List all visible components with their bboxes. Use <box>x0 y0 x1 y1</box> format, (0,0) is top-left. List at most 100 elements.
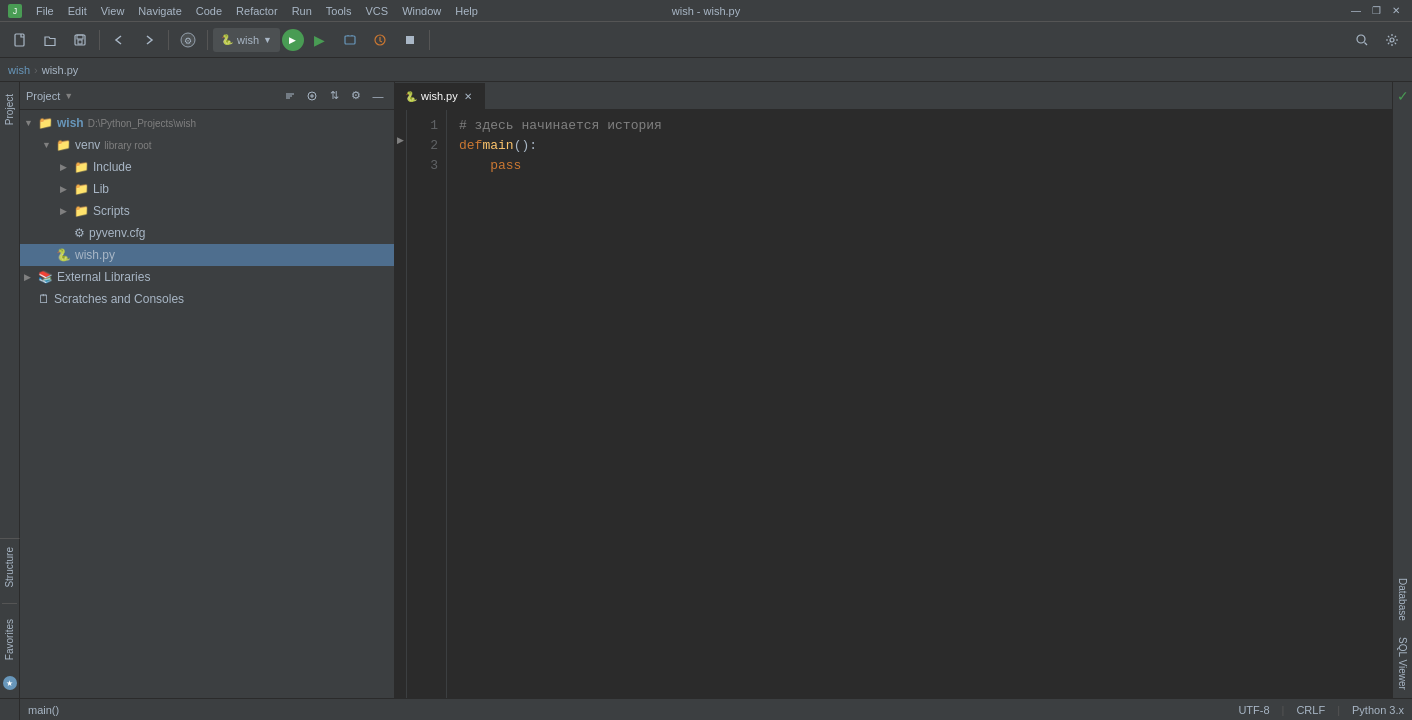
gutter-line-1 <box>395 110 406 130</box>
tab-wishpy[interactable]: 🐍 wish.py ✕ <box>395 83 485 109</box>
search-everywhere-button[interactable] <box>1348 26 1376 54</box>
code-line-1: # здесь начинается история <box>459 116 1380 136</box>
run-button[interactable]: ▶ <box>282 29 304 51</box>
breadcrumb-wishpy[interactable]: wish.py <box>42 64 79 76</box>
wish-folder-icon: 📁 <box>38 116 53 130</box>
main-layout: Project Project ▼ ⇅ ⚙ — <box>0 82 1412 698</box>
menu-run[interactable]: Run <box>286 3 318 19</box>
code-editor: ▶ 1 2 3 # здесь начинается история def m… <box>395 110 1392 698</box>
scripts-folder-icon: 📁 <box>74 204 89 218</box>
statusbar-line-sep: | <box>1282 704 1285 716</box>
menu-view[interactable]: View <box>95 3 131 19</box>
structure-label[interactable]: Structure <box>4 547 15 588</box>
menu-tools[interactable]: Tools <box>320 3 358 19</box>
back-button[interactable] <box>105 26 133 54</box>
debug-button[interactable]: ▶ <box>306 26 334 54</box>
menu-file[interactable]: File <box>30 3 60 19</box>
code-comment: # здесь начинается история <box>459 116 662 136</box>
collapse-all-button[interactable] <box>280 86 300 106</box>
save-button[interactable] <box>66 26 94 54</box>
func-parens: (): <box>514 136 537 156</box>
menu-navigate[interactable]: Navigate <box>132 3 187 19</box>
structure-bottom-strip <box>0 699 20 720</box>
func-name-main: main <box>482 136 513 156</box>
lib-folder-icon: 📁 <box>74 182 89 196</box>
svg-rect-8 <box>406 36 414 44</box>
pyvenv-label: pyvenv.cfg <box>89 226 145 240</box>
svg-rect-6 <box>345 36 355 44</box>
statusbar-sep2: | <box>1337 704 1340 716</box>
project-label: Project <box>26 90 60 102</box>
menu-refactor[interactable]: Refactor <box>230 3 284 19</box>
statusbar: main() UTF-8 | CRLF | Python 3.x <box>20 699 1412 720</box>
menu-edit[interactable]: Edit <box>62 3 93 19</box>
statusbar-function: main() <box>28 704 59 716</box>
project-dropdown-icon[interactable]: ▼ <box>64 91 73 101</box>
breadcrumb: wish › wish.py <box>8 64 78 76</box>
menu-window[interactable]: Window <box>396 3 447 19</box>
tree-item-scratches[interactable]: ▶ 🗒 Scratches and Consoles <box>20 288 394 310</box>
maximize-button[interactable]: ❐ <box>1368 3 1384 19</box>
wish-path: D:\Python_Projects\wish <box>88 118 196 129</box>
code-line-2: def main(): <box>459 136 1380 156</box>
breadcrumb-wish[interactable]: wish <box>8 64 30 76</box>
titlebar-controls: — ❐ ✕ <box>1348 3 1404 19</box>
tree-item-scripts[interactable]: ▶ 📁 Scripts <box>20 200 394 222</box>
tree-item-venv[interactable]: ▼ 📁 venv library root <box>20 134 394 156</box>
line-numbers: 1 2 3 <box>407 110 447 698</box>
forward-button[interactable] <box>135 26 163 54</box>
git-button[interactable]: ⚙ <box>174 26 202 54</box>
settings-button[interactable] <box>1378 26 1406 54</box>
include-arrow: ▶ <box>60 162 74 172</box>
run-config-selector[interactable]: 🐍 wish ▼ <box>213 28 280 52</box>
build-button[interactable] <box>336 26 364 54</box>
statusbar-encoding: UTF-8 <box>1238 704 1269 716</box>
tab-close-wishpy[interactable]: ✕ <box>462 90 474 103</box>
svg-rect-0 <box>15 34 24 46</box>
status-area: main() UTF-8 | CRLF | Python 3.x <box>0 698 1412 720</box>
pyvenv-cfg-icon: ⚙ <box>74 226 85 240</box>
statusbar-python-version: Python 3.x <box>1352 704 1404 716</box>
code-indent <box>459 156 490 176</box>
file-tree: ▼ 📁 wish D:\Python_Projects\wish ▼ 📁 ven… <box>20 110 394 698</box>
navbar: wish › wish.py <box>0 58 1412 82</box>
fold-arrow-icon[interactable]: ▶ <box>397 135 404 145</box>
minimize-button[interactable]: — <box>1348 3 1364 19</box>
stop-button[interactable] <box>396 26 424 54</box>
tree-item-external[interactable]: ▶ 📚 External Libraries <box>20 266 394 288</box>
menu-code[interactable]: Code <box>190 3 228 19</box>
titlebar-left: J File Edit View Navigate Code Refactor … <box>8 3 484 19</box>
no-errors-icon: ✓ <box>1397 88 1409 104</box>
external-lib-icon: 📚 <box>38 270 53 284</box>
tree-item-include[interactable]: ▶ 📁 Include <box>20 156 394 178</box>
gutter-line-2: ▶ <box>395 130 406 150</box>
toolbar-sep-2 <box>168 30 169 50</box>
database-label[interactable]: Database <box>1395 570 1410 629</box>
favorites-label[interactable]: Favorites <box>4 619 15 660</box>
tree-item-pyvenv[interactable]: ▶ ⚙ pyvenv.cfg <box>20 222 394 244</box>
editor-tabs: 🐍 wish.py ✕ <box>395 82 1392 110</box>
lib-arrow: ▶ <box>60 184 74 194</box>
run-with-coverage-button[interactable] <box>366 26 394 54</box>
tree-item-wish[interactable]: ▼ 📁 wish D:\Python_Projects\wish <box>20 112 394 134</box>
run-config-label: wish <box>237 34 259 46</box>
panel-settings-button[interactable]: ⚙ <box>346 86 366 106</box>
toolbar-sep-4 <box>429 30 430 50</box>
menu-help[interactable]: Help <box>449 3 484 19</box>
favorites-star-icon[interactable]: ★ <box>3 676 17 690</box>
tree-item-lib[interactable]: ▶ 📁 Lib <box>20 178 394 200</box>
menu-vcs[interactable]: VCS <box>360 3 395 19</box>
new-file-button[interactable] <box>6 26 34 54</box>
project-strip-label[interactable]: Project <box>4 82 15 137</box>
sort-button[interactable]: ⇅ <box>324 86 344 106</box>
statusbar-left: main() <box>28 704 59 716</box>
expand-all-button[interactable] <box>302 86 322 106</box>
wish-arrow: ▼ <box>24 118 38 128</box>
open-file-button[interactable] <box>36 26 64 54</box>
sql-viewer-label[interactable]: SQL Viewer <box>1395 629 1410 698</box>
close-button[interactable]: ✕ <box>1388 3 1404 19</box>
external-arrow: ▶ <box>24 272 38 282</box>
tree-item-wishpy[interactable]: ▶ 🐍 wish.py <box>20 244 394 266</box>
hide-panel-button[interactable]: — <box>368 86 388 106</box>
code-content[interactable]: # здесь начинается история def main(): p… <box>447 110 1392 698</box>
